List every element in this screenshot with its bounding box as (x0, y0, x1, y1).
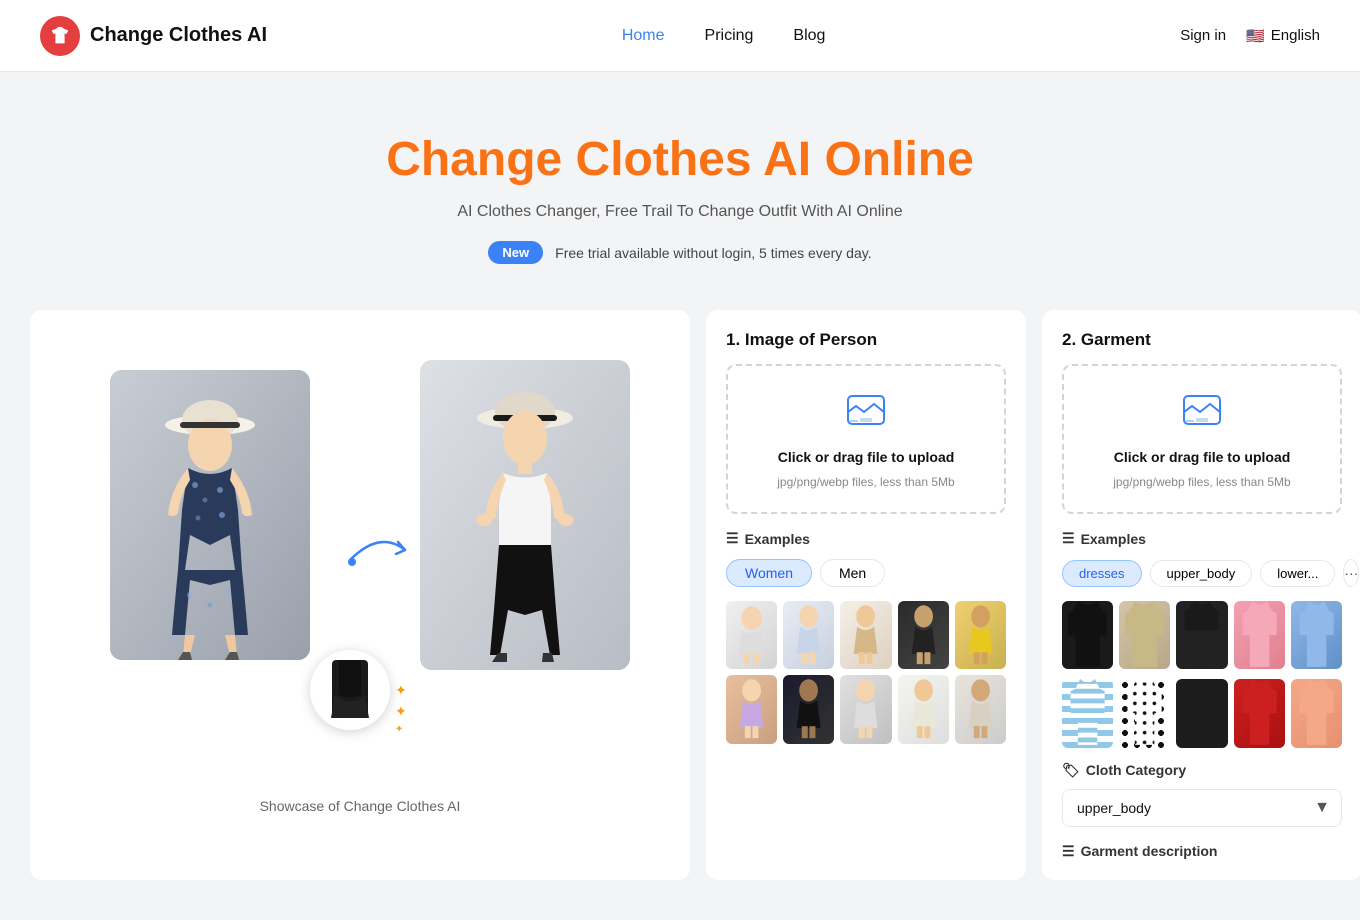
garment-thumb-7[interactable] (1119, 679, 1170, 747)
logo-icon (40, 16, 80, 56)
person-example-7[interactable] (783, 675, 834, 743)
garment-tabs: dresses upper_body lower... ··· (1062, 559, 1342, 587)
garment-panel-title: 2. Garment (1062, 330, 1342, 350)
sparkles: ✦ ✦ ✦ (395, 682, 407, 735)
sparkle-icon-1: ✦ (395, 682, 407, 699)
garment-circle (310, 650, 390, 730)
person-upload-icon (846, 390, 886, 439)
garment-description-section: ☰ Garment description (1062, 843, 1342, 860)
examples-title: ☰ Examples (726, 530, 1006, 547)
nav-pricing[interactable]: Pricing (705, 27, 754, 45)
person-before-image (110, 370, 310, 660)
cloth-category-text: Cloth Category (1086, 762, 1186, 778)
garment-examples-title: ☰ Examples (1062, 530, 1342, 547)
nav-home[interactable]: Home (622, 27, 665, 45)
garment-grid-row2 (1062, 679, 1342, 747)
hero-section: Change Clothes AI Online AI Clothes Chan… (0, 72, 1360, 294)
garment-tab-lower[interactable]: lower... (1260, 560, 1335, 587)
person-example-2[interactable] (783, 601, 834, 669)
garment-thumb-10[interactable] (1291, 679, 1342, 747)
header: Change Clothes AI Home Pricing Blog Sign… (0, 0, 1360, 72)
person-before-svg (110, 370, 310, 660)
garment-desc-text: Garment description (1081, 843, 1218, 859)
garment-panel: 2. Garment Click or drag file to upload … (1042, 310, 1360, 880)
garment-upload-area[interactable]: Click or drag file to upload jpg/png/web… (1062, 364, 1342, 514)
person-upload-area[interactable]: Click or drag file to upload jpg/png/web… (726, 364, 1006, 514)
person-example-9[interactable] (898, 675, 949, 743)
hero-title: Change Clothes AI Online (20, 132, 1340, 187)
garment-upload-icon (1182, 390, 1222, 439)
person-upload-text: Click or drag file to upload (778, 449, 955, 465)
cloth-category-label: 🏷 Cloth Category (1062, 762, 1342, 779)
language-label: English (1271, 27, 1320, 44)
showcase-images: ✦ ✦ ✦ (50, 330, 670, 790)
showcase-label: Showcase of Change Clothes AI (260, 798, 461, 814)
garment-thumb-3[interactable] (1176, 601, 1227, 669)
language-selector[interactable]: 🇺🇸 English (1246, 27, 1320, 45)
hero-badge-row: New Free trial available without login, … (20, 241, 1340, 264)
person-example-3[interactable] (840, 601, 891, 669)
transition-arrow (340, 520, 420, 587)
person-after-svg (420, 360, 630, 670)
image-of-person-panel: 1. Image of Person Click or drag file to… (706, 310, 1026, 880)
nav-blog[interactable]: Blog (793, 27, 825, 45)
category-select-wrapper: upper_body lower_body dresses ▼ (1062, 789, 1342, 827)
person-example-6[interactable] (726, 675, 777, 743)
person-tabs: Women Men (726, 559, 1006, 587)
garment-thumb-2[interactable] (1119, 601, 1170, 669)
garment-thumb-9[interactable] (1234, 679, 1285, 747)
garment-examples-icon: ☰ (1062, 530, 1075, 547)
flag-icon: 🇺🇸 (1246, 27, 1265, 45)
category-select[interactable]: upper_body lower_body dresses (1062, 789, 1342, 827)
logo-area: Change Clothes AI (40, 16, 267, 56)
garment-thumb-4[interactable] (1234, 601, 1285, 669)
tab-women[interactable]: Women (726, 559, 812, 587)
garment-upload-text: Click or drag file to upload (1114, 449, 1291, 465)
person-example-4[interactable] (898, 601, 949, 669)
cloth-category-icon: 🏷 (1062, 762, 1080, 779)
image-panel-title: 1. Image of Person (726, 330, 1006, 350)
garment-description-label: ☰ Garment description (1062, 843, 1342, 860)
garment-thumb-5[interactable] (1291, 601, 1342, 669)
garment-thumb-1[interactable] (1062, 601, 1113, 669)
hero-trial-text: Free trial available without login, 5 ti… (555, 245, 871, 261)
new-badge: New (488, 241, 543, 264)
cloth-category-section: 🏷 Cloth Category upper_body lower_body d… (1062, 762, 1342, 827)
person-example-8[interactable] (840, 675, 891, 743)
sparkle-icon-3: ✦ (395, 724, 407, 735)
arrow-svg (340, 520, 420, 580)
sparkle-icon-2: ✦ (395, 703, 407, 720)
garment-thumb-6[interactable] (1062, 679, 1113, 747)
person-example-grid (726, 601, 1006, 744)
garment-preview-svg (327, 660, 373, 720)
person-after-image (420, 360, 630, 670)
logo-text: Change Clothes AI (90, 24, 267, 47)
garment-grid-row1 (1062, 601, 1342, 669)
sign-in-button[interactable]: Sign in (1180, 27, 1226, 44)
garment-tab-upper-body[interactable]: upper_body (1150, 560, 1253, 587)
main-nav: Home Pricing Blog (622, 27, 826, 45)
garment-tab-dresses[interactable]: dresses (1062, 560, 1142, 587)
garment-examples-label: Examples (1081, 531, 1146, 547)
examples-label: Examples (745, 531, 810, 547)
hero-subtitle: AI Clothes Changer, Free Trail To Change… (20, 203, 1340, 221)
header-right: Sign in 🇺🇸 English (1180, 27, 1320, 45)
examples-icon: ☰ (726, 530, 739, 547)
garment-tabs-more[interactable]: ··· (1343, 559, 1359, 587)
person-example-10[interactable] (955, 675, 1006, 743)
garment-desc-icon: ☰ (1062, 843, 1075, 860)
showcase-panel: ✦ ✦ ✦ Showcase of Change Clothes AI (30, 310, 690, 880)
garment-thumb-8[interactable] (1176, 679, 1227, 747)
person-example-5[interactable] (955, 601, 1006, 669)
person-example-1[interactable] (726, 601, 777, 669)
main-content: ✦ ✦ ✦ Showcase of Change Clothes AI 1. I… (0, 294, 1360, 920)
tab-men[interactable]: Men (820, 559, 885, 587)
garment-upload-subtext: jpg/png/webp files, less than 5Mb (1113, 475, 1290, 489)
person-upload-subtext: jpg/png/webp files, less than 5Mb (777, 475, 954, 489)
